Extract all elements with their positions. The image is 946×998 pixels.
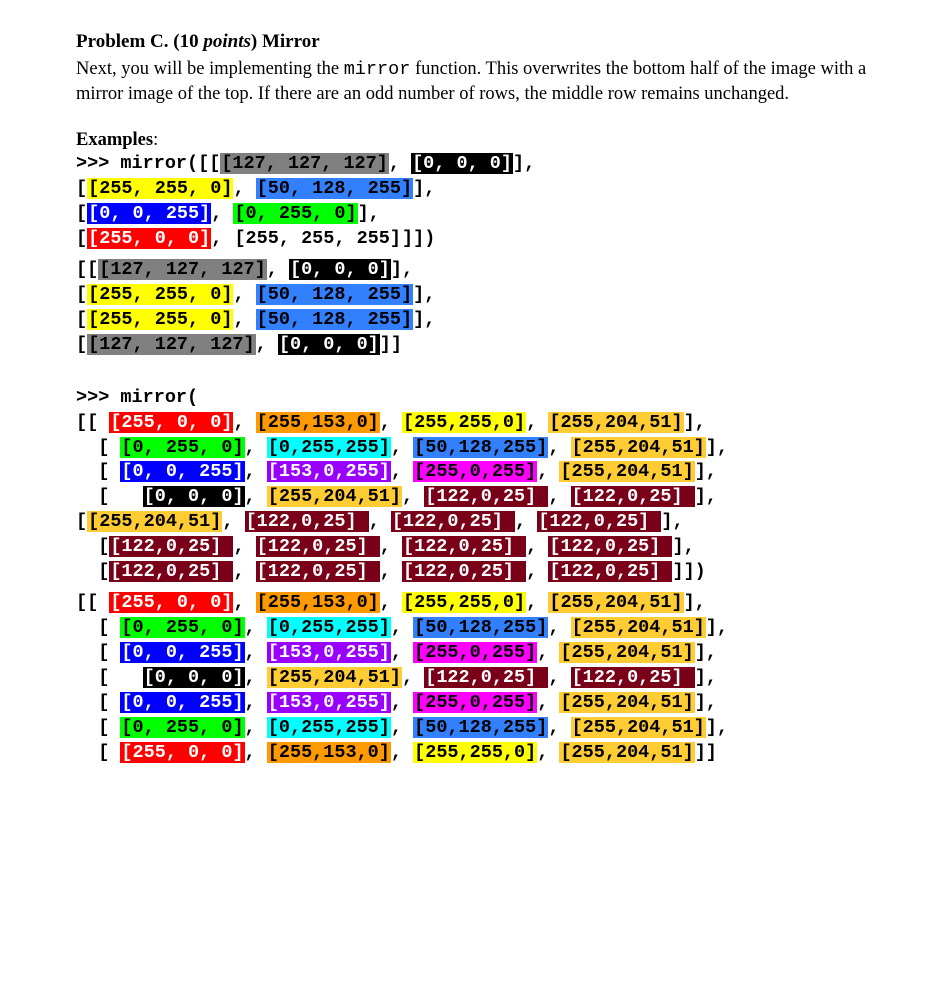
rgb-cell: [122,0,25]: [256, 536, 380, 557]
rgb-cell: [255, 255, 0]: [87, 284, 233, 305]
rgb-cell: [0, 0, 255]: [87, 203, 211, 224]
rgb-cell: [122,0,25]: [424, 667, 548, 688]
rgb-cell: [122,0,25]: [548, 536, 672, 557]
rgb-cell: [127, 127, 127]: [87, 334, 256, 355]
example2-output: [[ [255, 0, 0], [255,153,0], [255,255,0]…: [76, 591, 886, 766]
rgb-cell: [50, 128, 255]: [256, 309, 413, 330]
rgb-cell: [0, 255, 0]: [120, 717, 244, 738]
problem-title: Problem C. (10 points) Mirror: [76, 30, 886, 55]
rgb-cell: [255,153,0]: [267, 742, 391, 763]
rgb-cell: [255, 0, 0]: [109, 412, 233, 433]
rgb-cell: [0,255,255]: [267, 717, 391, 738]
example2-input: >>> mirror( [[ [255, 0, 0], [255,153,0],…: [76, 386, 886, 586]
rgb-cell: [122,0,25]: [548, 561, 672, 582]
rgb-cell: [255,204,51]: [571, 617, 706, 638]
rgb-cell: [255,204,51]: [571, 437, 706, 458]
rgb-cell: [255,204,51]: [559, 692, 694, 713]
rgb-cell: [153,0,255]: [267, 461, 391, 482]
rgb-cell: [255,204,51]: [87, 511, 222, 532]
rgb-cell: [0, 0, 0]: [289, 259, 391, 280]
rgb-cell: [50,128,255]: [413, 617, 548, 638]
example1-input: >>> mirror([[[127, 127, 127], [0, 0, 0]]…: [76, 152, 886, 252]
rgb-cell: [255, 255, 255]: [233, 228, 402, 249]
rgb-cell: [255,204,51]: [559, 642, 694, 663]
rgb-cell: [127, 127, 127]: [220, 153, 389, 174]
rgb-cell: [255,204,51]: [559, 742, 694, 763]
rgb-cell: [127, 127, 127]: [98, 259, 267, 280]
rgb-cell: [0,255,255]: [267, 437, 391, 458]
rgb-cell: [122,0,25]: [537, 511, 661, 532]
desc-code: mirror: [344, 59, 411, 80]
rgb-cell: [153,0,255]: [267, 692, 391, 713]
rgb-cell: [50, 128, 255]: [256, 284, 413, 305]
rgb-cell: [255,0,255]: [413, 461, 537, 482]
desc-part1: Next, you will be implementing the: [76, 59, 344, 79]
rgb-cell: [0, 0, 0]: [143, 486, 245, 507]
examples-label: Examples: [76, 130, 153, 150]
rgb-cell: [122,0,25]: [109, 536, 233, 557]
rgb-cell: [0, 255, 0]: [233, 203, 357, 224]
rgb-cell: [50, 128, 255]: [256, 178, 413, 199]
rgb-cell: [0, 0, 255]: [120, 642, 244, 663]
rgb-cell: [0,255,255]: [267, 617, 391, 638]
close-paren: ): [251, 31, 262, 52]
points-word: points: [203, 31, 251, 52]
rgb-cell: [255,0,255]: [413, 692, 537, 713]
rgb-cell: [122,0,25]: [571, 667, 695, 688]
rgb-cell: [122,0,25]: [245, 511, 369, 532]
rgb-cell: [122,0,25]: [109, 561, 233, 582]
rgb-cell: [255, 0, 0]: [120, 742, 244, 763]
rgb-cell: [0, 0, 0]: [143, 667, 245, 688]
rgb-cell: [122,0,25]: [391, 511, 515, 532]
rgb-cell: [255,153,0]: [256, 592, 380, 613]
rgb-cell: [255, 255, 0]: [87, 178, 233, 199]
rgb-cell: [255, 0, 0]: [109, 592, 233, 613]
rgb-cell: [255,255,0]: [413, 742, 537, 763]
rgb-cell: [153,0,255]: [267, 642, 391, 663]
rgb-cell: [255,153,0]: [256, 412, 380, 433]
rgb-cell: [255,204,51]: [267, 486, 402, 507]
rgb-cell: [255,255,0]: [402, 592, 526, 613]
rgb-cell: [122,0,25]: [571, 486, 695, 507]
rgb-cell: [255,204,51]: [548, 592, 683, 613]
rgb-cell: [255, 0, 0]: [87, 228, 211, 249]
rgb-cell: [255,204,51]: [267, 667, 402, 688]
rgb-cell: [255,204,51]: [548, 412, 683, 433]
rgb-cell: [0, 255, 0]: [120, 437, 244, 458]
example1-output: [[[127, 127, 127], [0, 0, 0]], [[255, 25…: [76, 258, 886, 358]
rgb-cell: [255, 255, 0]: [87, 309, 233, 330]
rgb-cell: [50,128,255]: [413, 717, 548, 738]
rgb-cell: [255,204,51]: [559, 461, 694, 482]
rgb-cell: [122,0,25]: [402, 561, 526, 582]
problem-prefix: Problem C. (10: [76, 31, 203, 52]
rgb-cell: [122,0,25]: [402, 536, 526, 557]
problem-description: Next, you will be implementing the mirro…: [76, 57, 886, 106]
rgb-cell: [0, 0, 0]: [411, 153, 513, 174]
rgb-cell: [122,0,25]: [256, 561, 380, 582]
rgb-cell: [50,128,255]: [413, 437, 548, 458]
rgb-cell: [0, 255, 0]: [120, 617, 244, 638]
rgb-cell: [122,0,25]: [424, 486, 548, 507]
problem-name: Mirror: [262, 31, 320, 52]
examples-heading: Examples:: [76, 128, 886, 152]
rgb-cell: [255,0,255]: [413, 642, 537, 663]
rgb-cell: [255,255,0]: [402, 412, 526, 433]
rgb-cell: [0, 0, 0]: [278, 334, 380, 355]
rgb-cell: [255,204,51]: [571, 717, 706, 738]
rgb-cell: [0, 0, 255]: [120, 692, 244, 713]
rgb-cell: [0, 0, 255]: [120, 461, 244, 482]
